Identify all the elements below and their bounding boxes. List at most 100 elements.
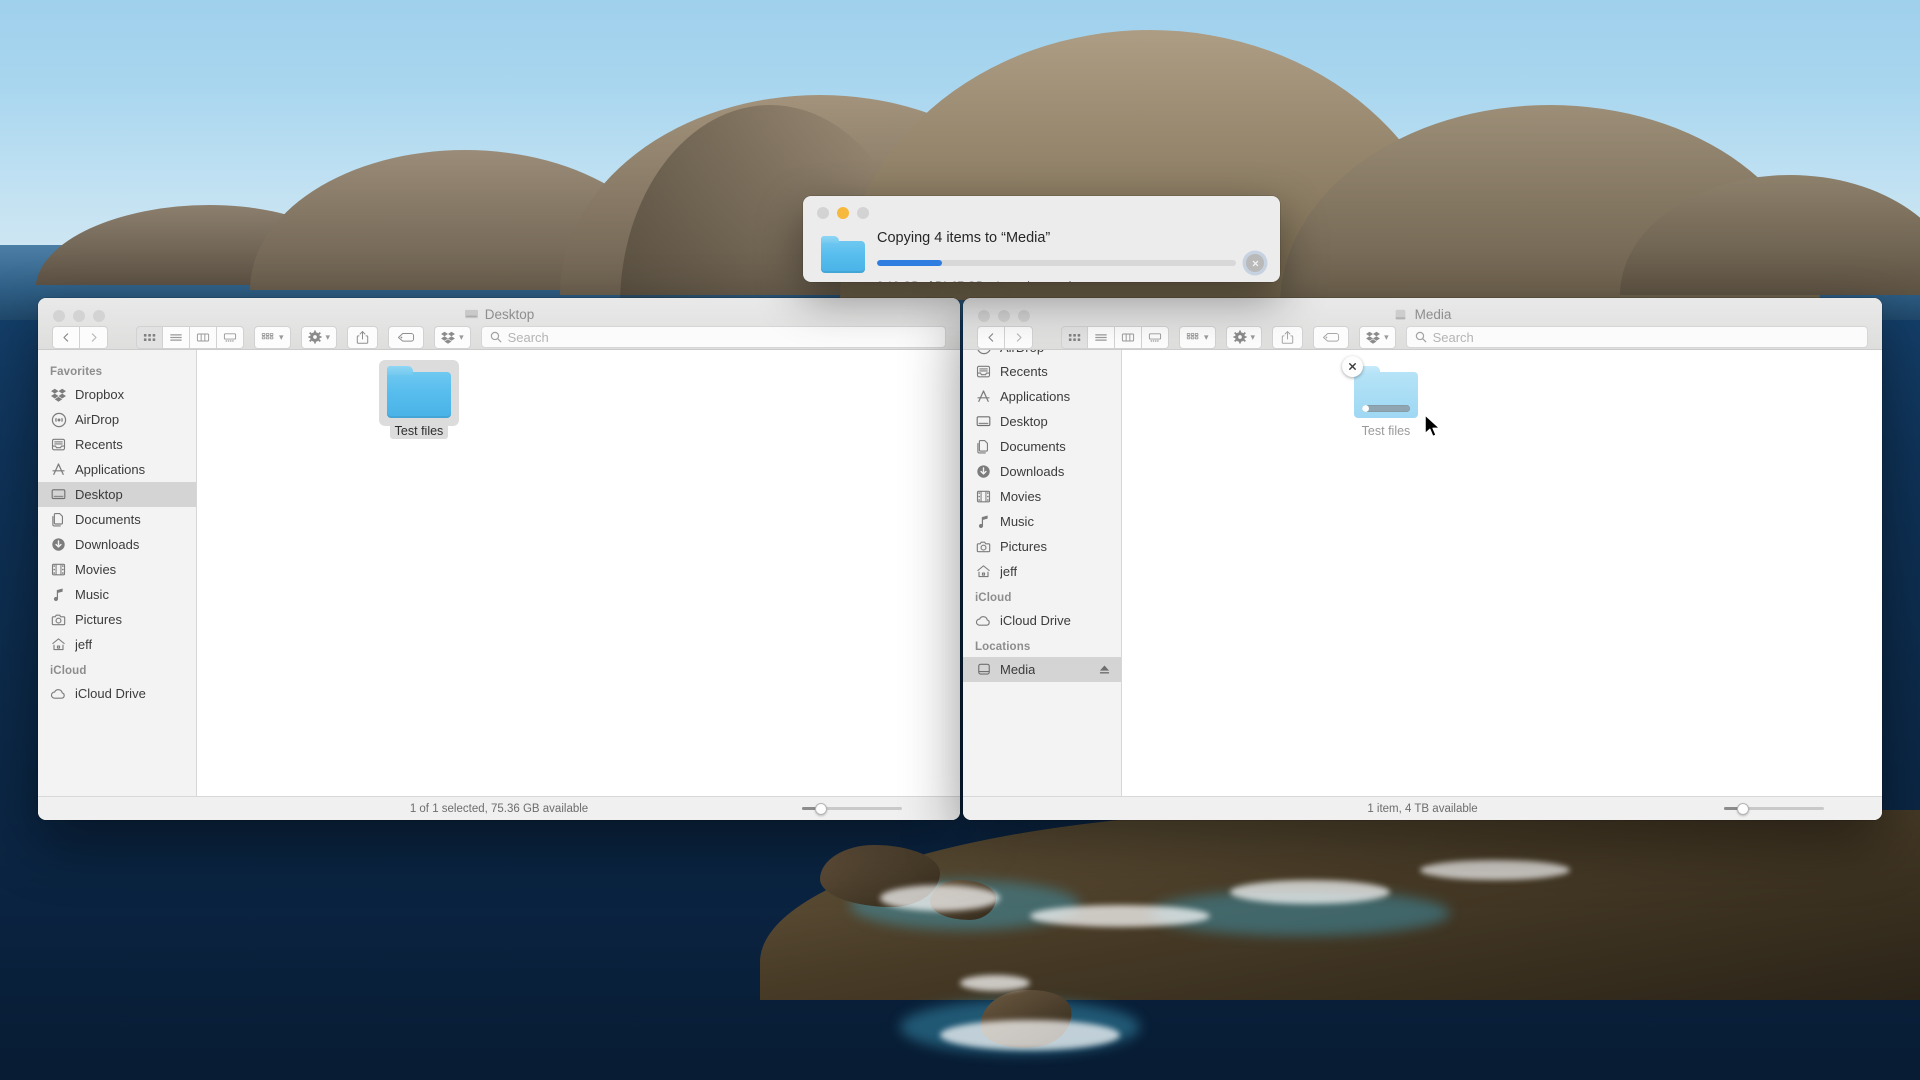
toolbar[interactable]: ▾ ▾ ▾ Search [38,324,960,350]
copy-dialog-subtitle: 9.19 GB of 51.67 GB – Less than a minute [877,281,1264,282]
chevron-down-icon: ▾ [459,331,464,342]
back-chevron-icon[interactable] [52,325,80,349]
stop-circle-icon[interactable] [1246,254,1264,272]
sidebar-item-media[interactable]: Media [963,657,1121,682]
chevron-down-icon: ▾ [1384,331,1389,342]
sidebar-item-music[interactable]: Music [38,582,196,607]
group-by-button[interactable]: ▾ [1179,325,1216,349]
sidebar-item-documents[interactable]: Documents [38,507,196,532]
columns-icon[interactable] [1115,325,1142,349]
cancel-icon[interactable] [1342,356,1363,377]
group-by-button[interactable]: ▾ [254,325,291,349]
zoom-button[interactable] [857,207,869,219]
share-button[interactable] [347,325,379,349]
sidebar-item-airdrop[interactable]: AirDrop [38,407,196,432]
copy-progress-dialog[interactable]: Copying 4 items to “Media” 9.19 GB of 51… [803,196,1280,282]
sidebar-item-desktop[interactable]: Desktop [963,409,1121,434]
search-input[interactable]: Search [480,326,946,348]
desktop-icon [50,486,67,503]
window-title: Desktop [38,307,960,322]
sidebar-item-pictures[interactable]: Pictures [963,534,1121,559]
file-item-test-files[interactable]: Test files [373,360,465,440]
nav-buttons[interactable] [977,325,1033,349]
sidebar-item-applications[interactable]: Applications [38,457,196,482]
sidebar-item-movies[interactable]: Movies [963,484,1121,509]
folder-icon [379,360,459,426]
search-input[interactable]: Search [1405,326,1868,348]
view-mode-segmented-control[interactable] [1061,325,1169,349]
finder-window-media[interactable]: Media ▾ ▾ ▾ Search Recents Applications … [963,298,1882,820]
sidebar-header-icloud: iCloud [975,592,1012,604]
view-mode-segmented-control[interactable] [136,325,244,349]
sidebar-item-airdrop[interactable]: AirDrop [963,350,1121,359]
sidebar-item-movies[interactable]: Movies [38,557,196,582]
dropbox-button[interactable]: ▾ [1359,325,1396,349]
sidebar-item-recents[interactable]: Recents [963,359,1121,384]
toolbar[interactable]: ▾ ▾ ▾ Search [963,324,1882,350]
sidebar[interactable]: Favorites Dropbox AirDrop Recents Applic… [38,350,197,796]
titlebar[interactable]: Media ▾ ▾ ▾ Search [963,298,1882,350]
sidebar-item-label: AirDrop [75,412,120,427]
sidebar-item-jeff[interactable]: jeff [38,632,196,657]
gallery-icon[interactable] [217,325,244,349]
dropbox-icon [50,386,67,403]
action-menu-button[interactable]: ▾ [1225,325,1263,349]
downloads-icon [50,536,67,553]
back-chevron-icon[interactable] [977,325,1005,349]
documents-icon [975,438,992,455]
file-list-area[interactable]: Test files [197,350,960,796]
dropbox-button[interactable]: ▾ [434,325,471,349]
forward-chevron-icon[interactable] [1005,325,1033,349]
grid-icon[interactable] [1061,325,1088,349]
traffic-lights[interactable] [817,207,869,219]
sidebar[interactable]: AirDrop Recents Applications Desktop [963,350,1122,796]
share-button[interactable] [1272,325,1304,349]
chevron-down-icon: ▾ [1250,331,1256,342]
forward-chevron-icon[interactable] [80,325,108,349]
sidebar-item-downloads[interactable]: Downloads [963,459,1121,484]
sidebar-item-applications[interactable]: Applications [963,384,1121,409]
sidebar-item-dropbox[interactable]: Dropbox [38,382,196,407]
eject-icon[interactable] [1098,664,1111,675]
search-icon [490,331,501,343]
sidebar-item-icloud-drive[interactable]: iCloud Drive [38,681,196,706]
sidebar-item-documents[interactable]: Documents [963,434,1121,459]
recents-icon [50,436,67,453]
sidebar-item-downloads[interactable]: Downloads [38,532,196,557]
list-icon[interactable] [163,325,190,349]
file-item-test-files-copying[interactable]: Test files [1340,356,1432,440]
sidebar-header-locations: Locations [975,641,1031,653]
grid-icon[interactable] [136,325,163,349]
sidebar-item-pictures[interactable]: Pictures [38,607,196,632]
minimize-button[interactable] [837,207,849,219]
sidebar-item-jeff[interactable]: jeff [963,559,1121,584]
tags-button[interactable] [388,325,425,349]
icon-size-slider[interactable] [1724,802,1824,815]
sidebar-item-label: jeff [1000,564,1018,579]
slider-knob[interactable] [815,802,827,815]
sidebar-item-icloud-drive[interactable]: iCloud Drive [963,608,1121,633]
titlebar[interactable]: Desktop ▾ ▾ ▾ Search [38,298,960,350]
sidebar-item-label: Applications [1000,389,1071,404]
close-button[interactable] [817,207,829,219]
nav-buttons[interactable] [52,325,108,349]
sidebar-item-music[interactable]: Music [963,509,1121,534]
copy-dialog-title: Copying 4 items to “Media” [877,230,1051,246]
icon-size-slider[interactable] [802,802,902,815]
sidebar-item-recents[interactable]: Recents [38,432,196,457]
list-icon[interactable] [1088,325,1115,349]
slider-knob[interactable] [1737,802,1749,815]
sidebar-item-label: Dropbox [75,387,125,402]
sidebar-item-desktop[interactable]: Desktop [38,482,196,507]
file-list-area[interactable]: Test files [1122,350,1882,796]
finder-window-desktop[interactable]: Desktop ▾ ▾ ▾ Search Favorites Dropbox A… [38,298,960,820]
columns-icon[interactable] [190,325,217,349]
sidebar-item-label: Music [1000,514,1034,529]
tags-button[interactable] [1313,325,1350,349]
action-menu-button[interactable]: ▾ [300,325,338,349]
sidebar-item-label: Recents [1000,364,1048,379]
sidebar-item-label: iCloud Drive [75,686,146,701]
icloud-icon [50,685,67,702]
gallery-icon[interactable] [1142,325,1169,349]
home-icon [975,563,992,580]
